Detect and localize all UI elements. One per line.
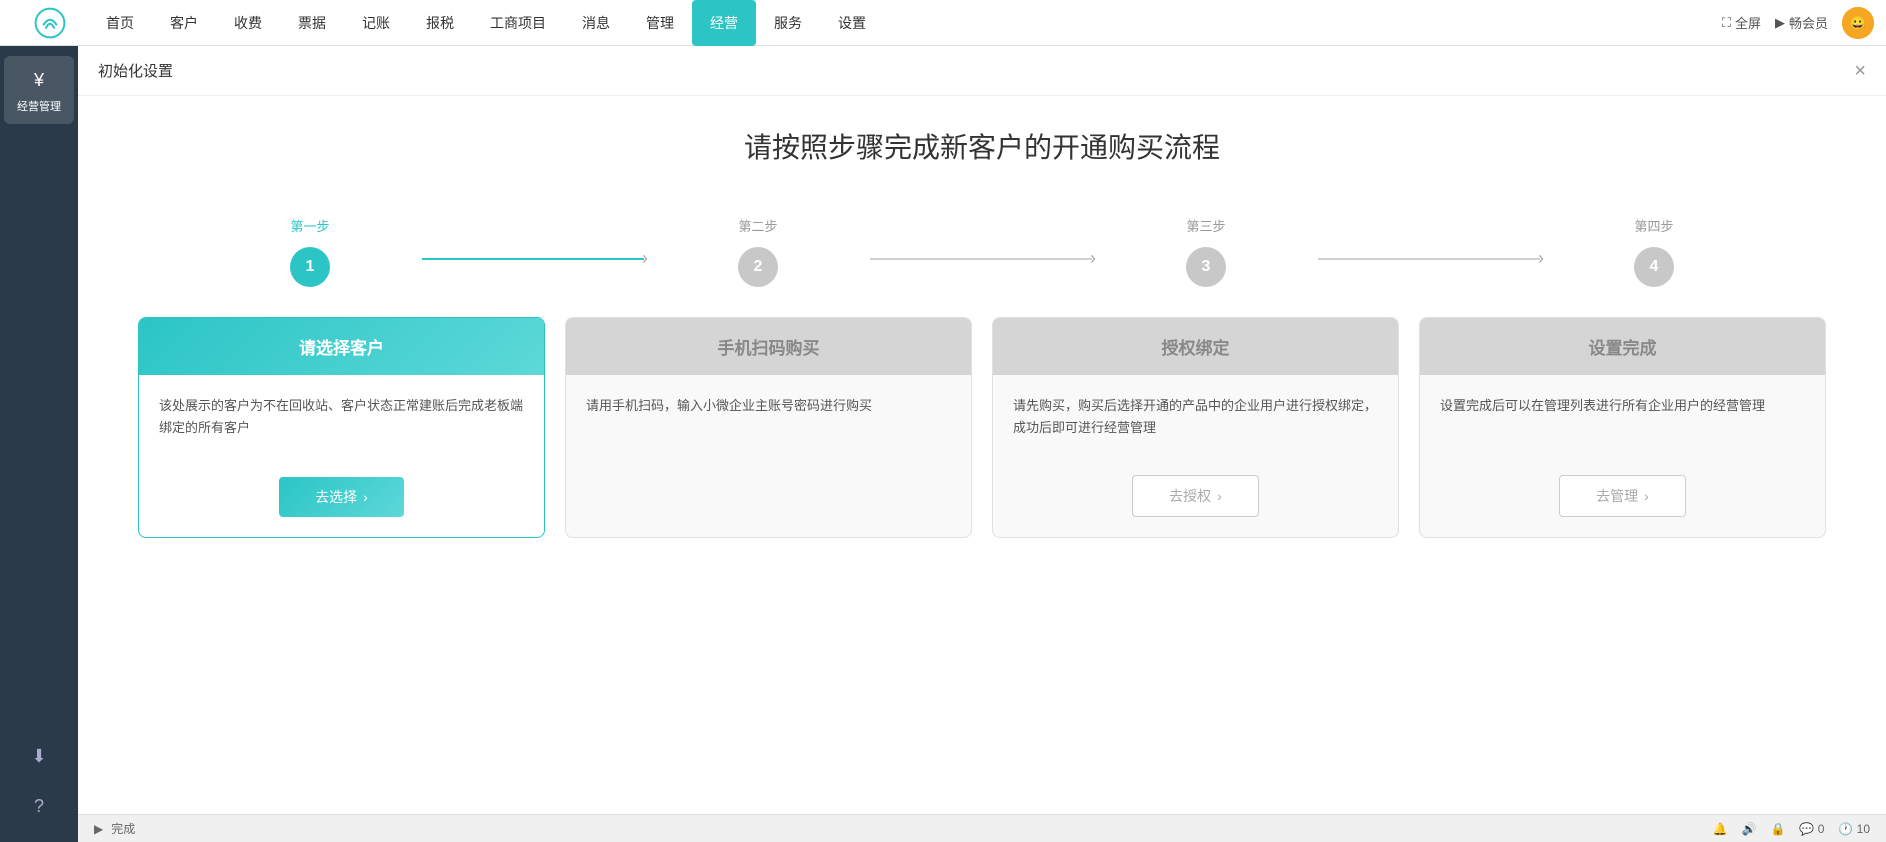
- step-card-2: 手机扫码购买 请用手机扫码，输入小微企业主账号密码进行购买: [565, 317, 972, 538]
- notification-icon: 🔔: [1713, 822, 1728, 836]
- lock-icon: 🔒: [1770, 822, 1785, 836]
- card-4-body: 设置完成后可以在管理列表进行所有企业用户的经营管理: [1420, 375, 1825, 459]
- go-manage-icon: ›: [1644, 488, 1649, 504]
- card-3-body: 请先购买，购买后选择开通的产品中的企业用户进行授权绑定，成功后即可进行经营管理: [993, 375, 1398, 459]
- top-navigation: 首页 客户 收费 票据 记账 报税 工商项目 消息 管理 经营 服务 设置 ⛶ …: [0, 0, 1886, 46]
- card-3-header: 授权绑定: [993, 318, 1398, 375]
- step-3-label: 第三步: [1186, 216, 1225, 235]
- step-4-label: 第四步: [1634, 216, 1673, 235]
- nav-item-customer[interactable]: 客户: [152, 0, 216, 46]
- content-header: 初始化设置 ×: [78, 46, 1886, 96]
- close-button[interactable]: ×: [1854, 61, 1866, 81]
- time-display: 🕐 10: [1838, 822, 1870, 836]
- go-select-button[interactable]: 去选择 ›: [279, 477, 404, 517]
- sidebar-help[interactable]: ?: [4, 784, 74, 828]
- go-select-label: 去选择: [315, 487, 357, 507]
- step-1-label: 第一步: [290, 216, 329, 235]
- card-1-header: 请选择客户: [139, 318, 544, 375]
- nav-item-bill[interactable]: 票据: [280, 0, 344, 46]
- download-icon: ⬇: [25, 742, 53, 770]
- volume-icon: 🔊: [1742, 822, 1757, 836]
- fullscreen-label: 全屏: [1735, 13, 1761, 32]
- nav-item-fee[interactable]: 收费: [216, 0, 280, 46]
- card-2-footer: [566, 501, 971, 537]
- nav-item-account[interactable]: 记账: [344, 0, 408, 46]
- step-3-circle: 3: [1186, 247, 1226, 287]
- step-card-4: 设置完成 设置完成后可以在管理列表进行所有企业用户的经营管理 去管理 ›: [1419, 317, 1826, 538]
- svg-text:😀: 😀: [1849, 15, 1866, 31]
- step-2-label: 第二步: [738, 216, 777, 235]
- card-4-header: 设置完成: [1420, 318, 1825, 375]
- status-bar-right: 🔔 🔊 🔒 💬 0 🕐 10: [1713, 822, 1870, 836]
- go-authorize-button[interactable]: 去授权 ›: [1132, 475, 1259, 517]
- vip-button[interactable]: ▶ 畅会员: [1775, 13, 1828, 32]
- step-2-circle: 2: [738, 247, 778, 287]
- operation-icon: ¥: [25, 66, 53, 94]
- step-card-3: 授权绑定 请先购买，购买后选择开通的产品中的企业用户进行授权绑定，成功后即可进行…: [992, 317, 1399, 538]
- card-2-body: 请用手机扫码，输入小微企业主账号密码进行购买: [566, 375, 971, 501]
- nav-item-tax[interactable]: 报税: [408, 0, 472, 46]
- card-1-footer: 去选择 ›: [139, 461, 544, 537]
- sidebar-download[interactable]: ⬇: [4, 734, 74, 778]
- card-1-body: 该处展示的客户为不在回收站、客户状态正常建账后完成老板端绑定的所有客户: [139, 375, 544, 461]
- nav-items-list: 首页 客户 收费 票据 记账 报税 工商项目 消息 管理 经营 服务 设置: [88, 0, 1722, 46]
- help-icon: ?: [25, 792, 53, 820]
- connector-2-3: ›: [870, 248, 1094, 269]
- page-title: 初始化设置: [98, 60, 173, 81]
- steps-progress: 第一步 1 › 第二步 2 ›: [138, 216, 1826, 287]
- nav-item-manage[interactable]: 管理: [628, 0, 692, 46]
- status-text: 完成: [111, 820, 135, 837]
- nav-right-area: ⛶ 全屏 ▶ 畅会员 😀: [1722, 7, 1874, 39]
- card-2-header: 手机扫码购买: [566, 318, 971, 375]
- step-card-1: 请选择客户 该处展示的客户为不在回收站、客户状态正常建账后完成老板端绑定的所有客…: [138, 317, 545, 538]
- connector-1-2: ›: [422, 248, 646, 269]
- nav-item-home[interactable]: 首页: [88, 0, 152, 46]
- connector-3-4: ›: [1318, 248, 1542, 269]
- sidebar-bottom: ⬇ ?: [4, 734, 74, 842]
- nav-item-message[interactable]: 消息: [564, 0, 628, 46]
- wizard-title: 请按照步骤完成新客户的开通购买流程: [138, 126, 1826, 166]
- nav-item-settings[interactable]: 设置: [820, 0, 884, 46]
- status-bar: ▶ 完成 🔔 🔊 🔒 💬 0 🕐 10: [78, 814, 1886, 842]
- fullscreen-icon: ⛶: [1722, 15, 1731, 31]
- vip-icon: ▶: [1775, 15, 1785, 31]
- nav-item-commerce[interactable]: 工商项目: [472, 0, 564, 46]
- go-authorize-label: 去授权: [1169, 486, 1211, 506]
- play-icon: ▶: [94, 822, 103, 836]
- message-count: 💬 0: [1799, 822, 1824, 836]
- step-1-wrapper: 第一步 1: [198, 216, 422, 287]
- step-1-circle: 1: [290, 247, 330, 287]
- step-cards: 请选择客户 该处展示的客户为不在回收站、客户状态正常建账后完成老板端绑定的所有客…: [138, 317, 1826, 538]
- app-logo[interactable]: [12, 7, 88, 39]
- step-3-wrapper: 第三步 3: [1094, 216, 1318, 287]
- step-4-circle: 4: [1634, 247, 1674, 287]
- card-4-footer: 去管理 ›: [1420, 459, 1825, 537]
- step-2-wrapper: 第二步 2: [646, 216, 870, 287]
- card-3-footer: 去授权 ›: [993, 459, 1398, 537]
- nav-item-service[interactable]: 服务: [756, 0, 820, 46]
- go-authorize-icon: ›: [1217, 488, 1222, 504]
- fullscreen-button[interactable]: ⛶ 全屏: [1722, 13, 1761, 32]
- vip-label: 畅会员: [1789, 13, 1828, 32]
- go-manage-button[interactable]: 去管理 ›: [1559, 475, 1686, 517]
- sidebar: ¥ 经营管理 ⬇ ?: [0, 46, 78, 842]
- sidebar-item-operation[interactable]: ¥ 经营管理: [4, 56, 74, 124]
- go-select-icon: ›: [363, 489, 368, 505]
- go-manage-label: 去管理: [1596, 486, 1638, 506]
- main-layout: ¥ 经营管理 ⬇ ? 初始化设置 × 请按照步骤完成新客户的开通购买流程 第: [0, 46, 1886, 842]
- status-bar-left: ▶ 完成: [94, 820, 135, 837]
- nav-item-operation[interactable]: 经营: [692, 0, 756, 46]
- main-content-area: 初始化设置 × 请按照步骤完成新客户的开通购买流程 第一步 1 ›: [78, 46, 1886, 842]
- user-avatar[interactable]: 😀: [1842, 7, 1874, 39]
- wizard-area: 请按照步骤完成新客户的开通购买流程 第一步 1 › 第二步 2: [78, 96, 1886, 814]
- step-4-wrapper: 第四步 4: [1542, 216, 1766, 287]
- sidebar-item-label: 经营管理: [17, 98, 61, 114]
